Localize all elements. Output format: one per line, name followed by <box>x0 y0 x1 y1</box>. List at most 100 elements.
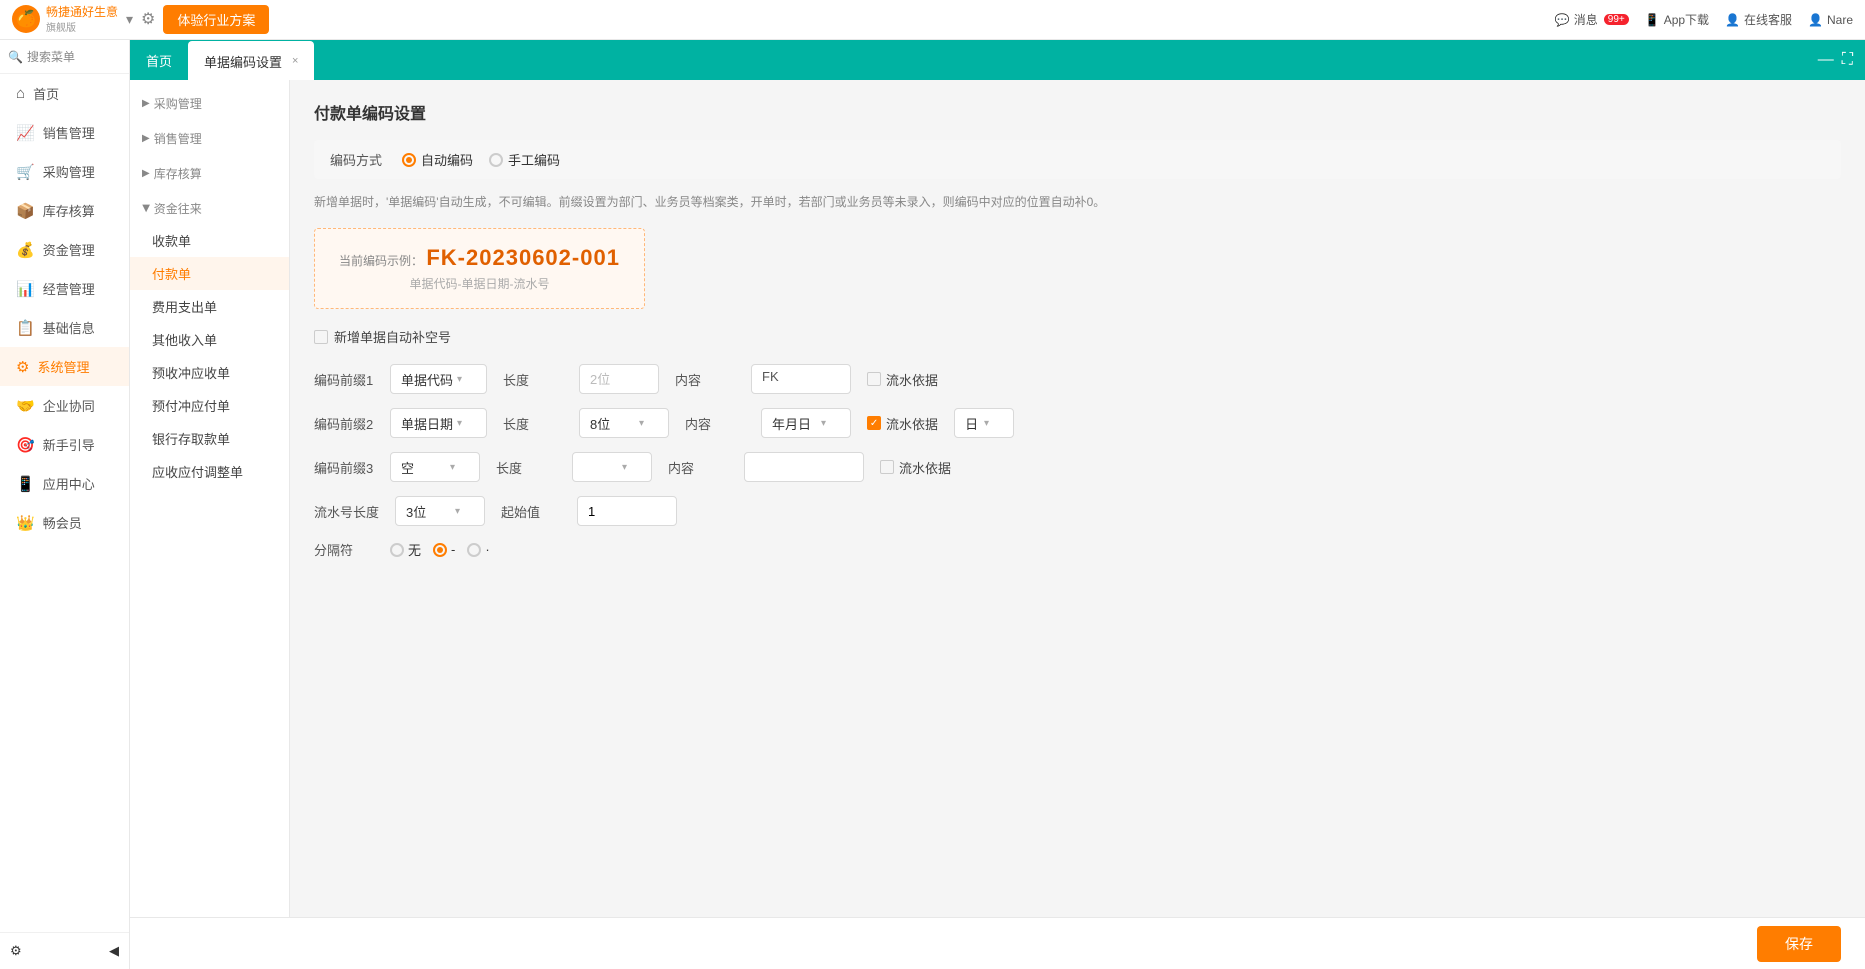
prefix3-length-label: 长度 <box>496 458 556 477</box>
manual-encoding-radio[interactable]: 手工编码 <box>489 150 560 169</box>
prefix2-length-arrow-icon: ▾ <box>639 418 644 429</box>
sidebar-search[interactable]: 🔍 搜索菜单 <box>0 40 129 74</box>
trial-button[interactable]: 体验行业方案 <box>163 5 269 34</box>
message-button[interactable]: 💬 消息 99+ <box>1555 11 1629 28</box>
serial-row: 流水号长度 3位 ▾ 起始值 <box>314 496 1841 526</box>
encoding-method-label: 编码方式 <box>330 150 382 169</box>
sidebar-item-home[interactable]: ⌂ 首页 <box>0 74 129 113</box>
sep-dash-radio[interactable]: - <box>433 542 455 557</box>
sidebar-settings-icon[interactable]: ⚙ <box>10 943 22 959</box>
prefix2-value: 单据日期 <box>401 414 453 433</box>
sidebar-item-guide[interactable]: 🎯 新手引导 <box>0 425 129 464</box>
prefix2-stream-checkbox[interactable]: ✓ 流水依据 <box>867 414 938 433</box>
sidebar-item-sales[interactable]: 📈 销售管理 <box>0 113 129 152</box>
sidebar-item-member[interactable]: 👑 畅会员 <box>0 503 129 542</box>
sidebar-item-enterprise[interactable]: 🤝 企业协同 <box>0 386 129 425</box>
prefix2-stream-select[interactable]: 日 ▾ <box>954 408 1014 438</box>
prefix2-content-label: 内容 <box>685 414 745 433</box>
sidebar-bottom: ⚙ ◀ <box>0 932 129 969</box>
tab-bar-maximize-icon[interactable]: ⛶ <box>1842 51 1853 69</box>
preview-desc: 单据代码-单据日期-流水号 <box>339 275 620 292</box>
save-button[interactable]: 保存 <box>1757 926 1841 962</box>
sidebar-item-label-finance: 资金管理 <box>43 240 95 259</box>
sidebar-item-operation[interactable]: 📊 经营管理 <box>0 269 129 308</box>
user-info[interactable]: 👤 Nare <box>1808 13 1853 27</box>
sidebar-item-label-purchase: 采购管理 <box>43 162 95 181</box>
sep-dash-radio-dot <box>433 543 447 557</box>
submenu-item-adjust[interactable]: 应收应付调整单 <box>130 455 289 488</box>
prefix3-stream-checkbox[interactable]: 流水依据 <box>880 458 951 477</box>
main-layout: 🔍 搜索菜单 ⌂ 首页 📈 销售管理 🛒 采购管理 📦 库存核算 💰 资金管理 … <box>0 40 1865 969</box>
sidebar-item-basic[interactable]: 📋 基础信息 <box>0 308 129 347</box>
logo-text-group: 畅捷通好生意 旗舰版 <box>46 5 118 34</box>
prefix1-select[interactable]: 单据代码 ▾ <box>390 364 487 394</box>
prefix2-length-select[interactable]: 8位 ▾ <box>579 408 669 438</box>
encoding-radio-group: 自动编码 手工编码 <box>402 150 560 169</box>
serial-start-input[interactable] <box>577 496 677 526</box>
prefix2-select[interactable]: 单据日期 ▾ <box>390 408 487 438</box>
submenu-item-receipt[interactable]: 收款单 <box>130 224 289 257</box>
sidebar-item-system[interactable]: ⚙ 系统管理 <box>0 347 129 386</box>
sidebar-item-finance[interactable]: 💰 资金管理 <box>0 230 129 269</box>
submenu-group-sales-title[interactable]: ▶ 销售管理 <box>130 123 289 154</box>
prefix1-arrow-icon: ▾ <box>457 374 462 385</box>
prefix3-length-select[interactable]: ▾ <box>572 452 652 482</box>
sep-none-label: 无 <box>408 540 421 559</box>
nav-dropdown-icon[interactable]: ▾ <box>126 11 133 28</box>
prefix3-content-input[interactable] <box>744 452 864 482</box>
sidebar-item-label-apps: 应用中心 <box>43 474 95 493</box>
sep-none-radio-dot <box>390 543 404 557</box>
prefix1-content-input[interactable]: FK <box>751 364 851 394</box>
submenu: ▶ 采购管理 ▶ 销售管理 ▶ 库存核算 <box>130 80 290 917</box>
submenu-item-expense[interactable]: 费用支出单 <box>130 290 289 323</box>
auto-encoding-radio[interactable]: 自动编码 <box>402 150 473 169</box>
logo-icon: 🍊 <box>12 5 40 33</box>
sep-dot-radio-dot <box>467 543 481 557</box>
prefix1-length-input[interactable]: 2位 <box>579 364 659 394</box>
serial-start-label: 起始值 <box>501 502 561 521</box>
inventory-icon: 📦 <box>16 202 35 220</box>
sidebar-item-purchase[interactable]: 🛒 采购管理 <box>0 152 129 191</box>
topbar-nav: ▾ ⚙ <box>126 9 155 29</box>
submenu-item-payment[interactable]: 付款单 <box>130 257 289 290</box>
submenu-group-purchase-label: 采购管理 <box>154 95 202 112</box>
submenu-group-purchase-title[interactable]: ▶ 采购管理 <box>130 88 289 119</box>
submenu-group-inventory-title[interactable]: ▶ 库存核算 <box>130 158 289 189</box>
submenu-item-prepay-receive[interactable]: 预收冲应收单 <box>130 356 289 389</box>
sidebar-collapse-icon[interactable]: ◀ <box>109 943 119 959</box>
service-label: 在线客服 <box>1744 11 1792 28</box>
app-download-button[interactable]: 📱 App下载 <box>1645 11 1709 28</box>
tab-encoding[interactable]: 单据编码设置 × <box>188 41 314 81</box>
submenu-item-bank-deposit[interactable]: 银行存取款单 <box>130 422 289 455</box>
prefix3-select[interactable]: 空 ▾ <box>390 452 480 482</box>
submenu-group-capital-title[interactable]: ▶ 资金往来 <box>130 193 289 224</box>
sidebar-item-label-basic: 基础信息 <box>43 318 95 337</box>
prefix3-arrow-icon: ▾ <box>450 462 455 473</box>
auto-fill-checkbox[interactable] <box>314 330 328 344</box>
prefix3-length-arrow-icon: ▾ <box>622 462 627 473</box>
submenu-item-other-income[interactable]: 其他收入单 <box>130 323 289 356</box>
settings-icon[interactable]: ⚙ <box>141 9 155 29</box>
prefix2-row: 编码前缀2 单据日期 ▾ 长度 8位 ▾ 内容 年月日 <box>314 408 1841 438</box>
prefix3-row: 编码前缀3 空 ▾ 长度 ▾ 内容 流水依据 <box>314 452 1841 482</box>
apps-icon: 📱 <box>16 475 35 493</box>
prefix2-content-select[interactable]: 年月日 ▾ <box>761 408 851 438</box>
online-service-button[interactable]: 👤 在线客服 <box>1725 11 1792 28</box>
tab-close-icon[interactable]: × <box>292 55 298 67</box>
sidebar: 🔍 搜索菜单 ⌂ 首页 📈 销售管理 🛒 采购管理 📦 库存核算 💰 资金管理 … <box>0 40 130 969</box>
prefix1-stream-checkbox[interactable]: 流水依据 <box>867 370 938 389</box>
submenu-group-capital-arrow: ▶ <box>140 205 151 213</box>
tab-bar-minimize-icon[interactable]: — <box>1818 51 1834 69</box>
sep-dot-radio[interactable]: · <box>467 542 489 557</box>
sidebar-item-inventory[interactable]: 📦 库存核算 <box>0 191 129 230</box>
sidebar-item-apps[interactable]: 📱 应用中心 <box>0 464 129 503</box>
auto-encoding-radio-dot <box>402 153 416 167</box>
tab-home[interactable]: 首页 <box>130 40 188 80</box>
serial-length-select[interactable]: 3位 ▾ <box>395 496 485 526</box>
submenu-group-sales: ▶ 销售管理 <box>130 123 289 154</box>
sep-none-radio[interactable]: 无 <box>390 540 421 559</box>
submenu-item-prepay-pay[interactable]: 预付冲应付单 <box>130 389 289 422</box>
submenu-group-purchase: ▶ 采购管理 <box>130 88 289 119</box>
submenu-group-capital: ▶ 资金往来 收款单 付款单 费用支出单 其他收入单 <box>130 193 289 488</box>
tab-encoding-label: 单据编码设置 <box>204 52 282 71</box>
